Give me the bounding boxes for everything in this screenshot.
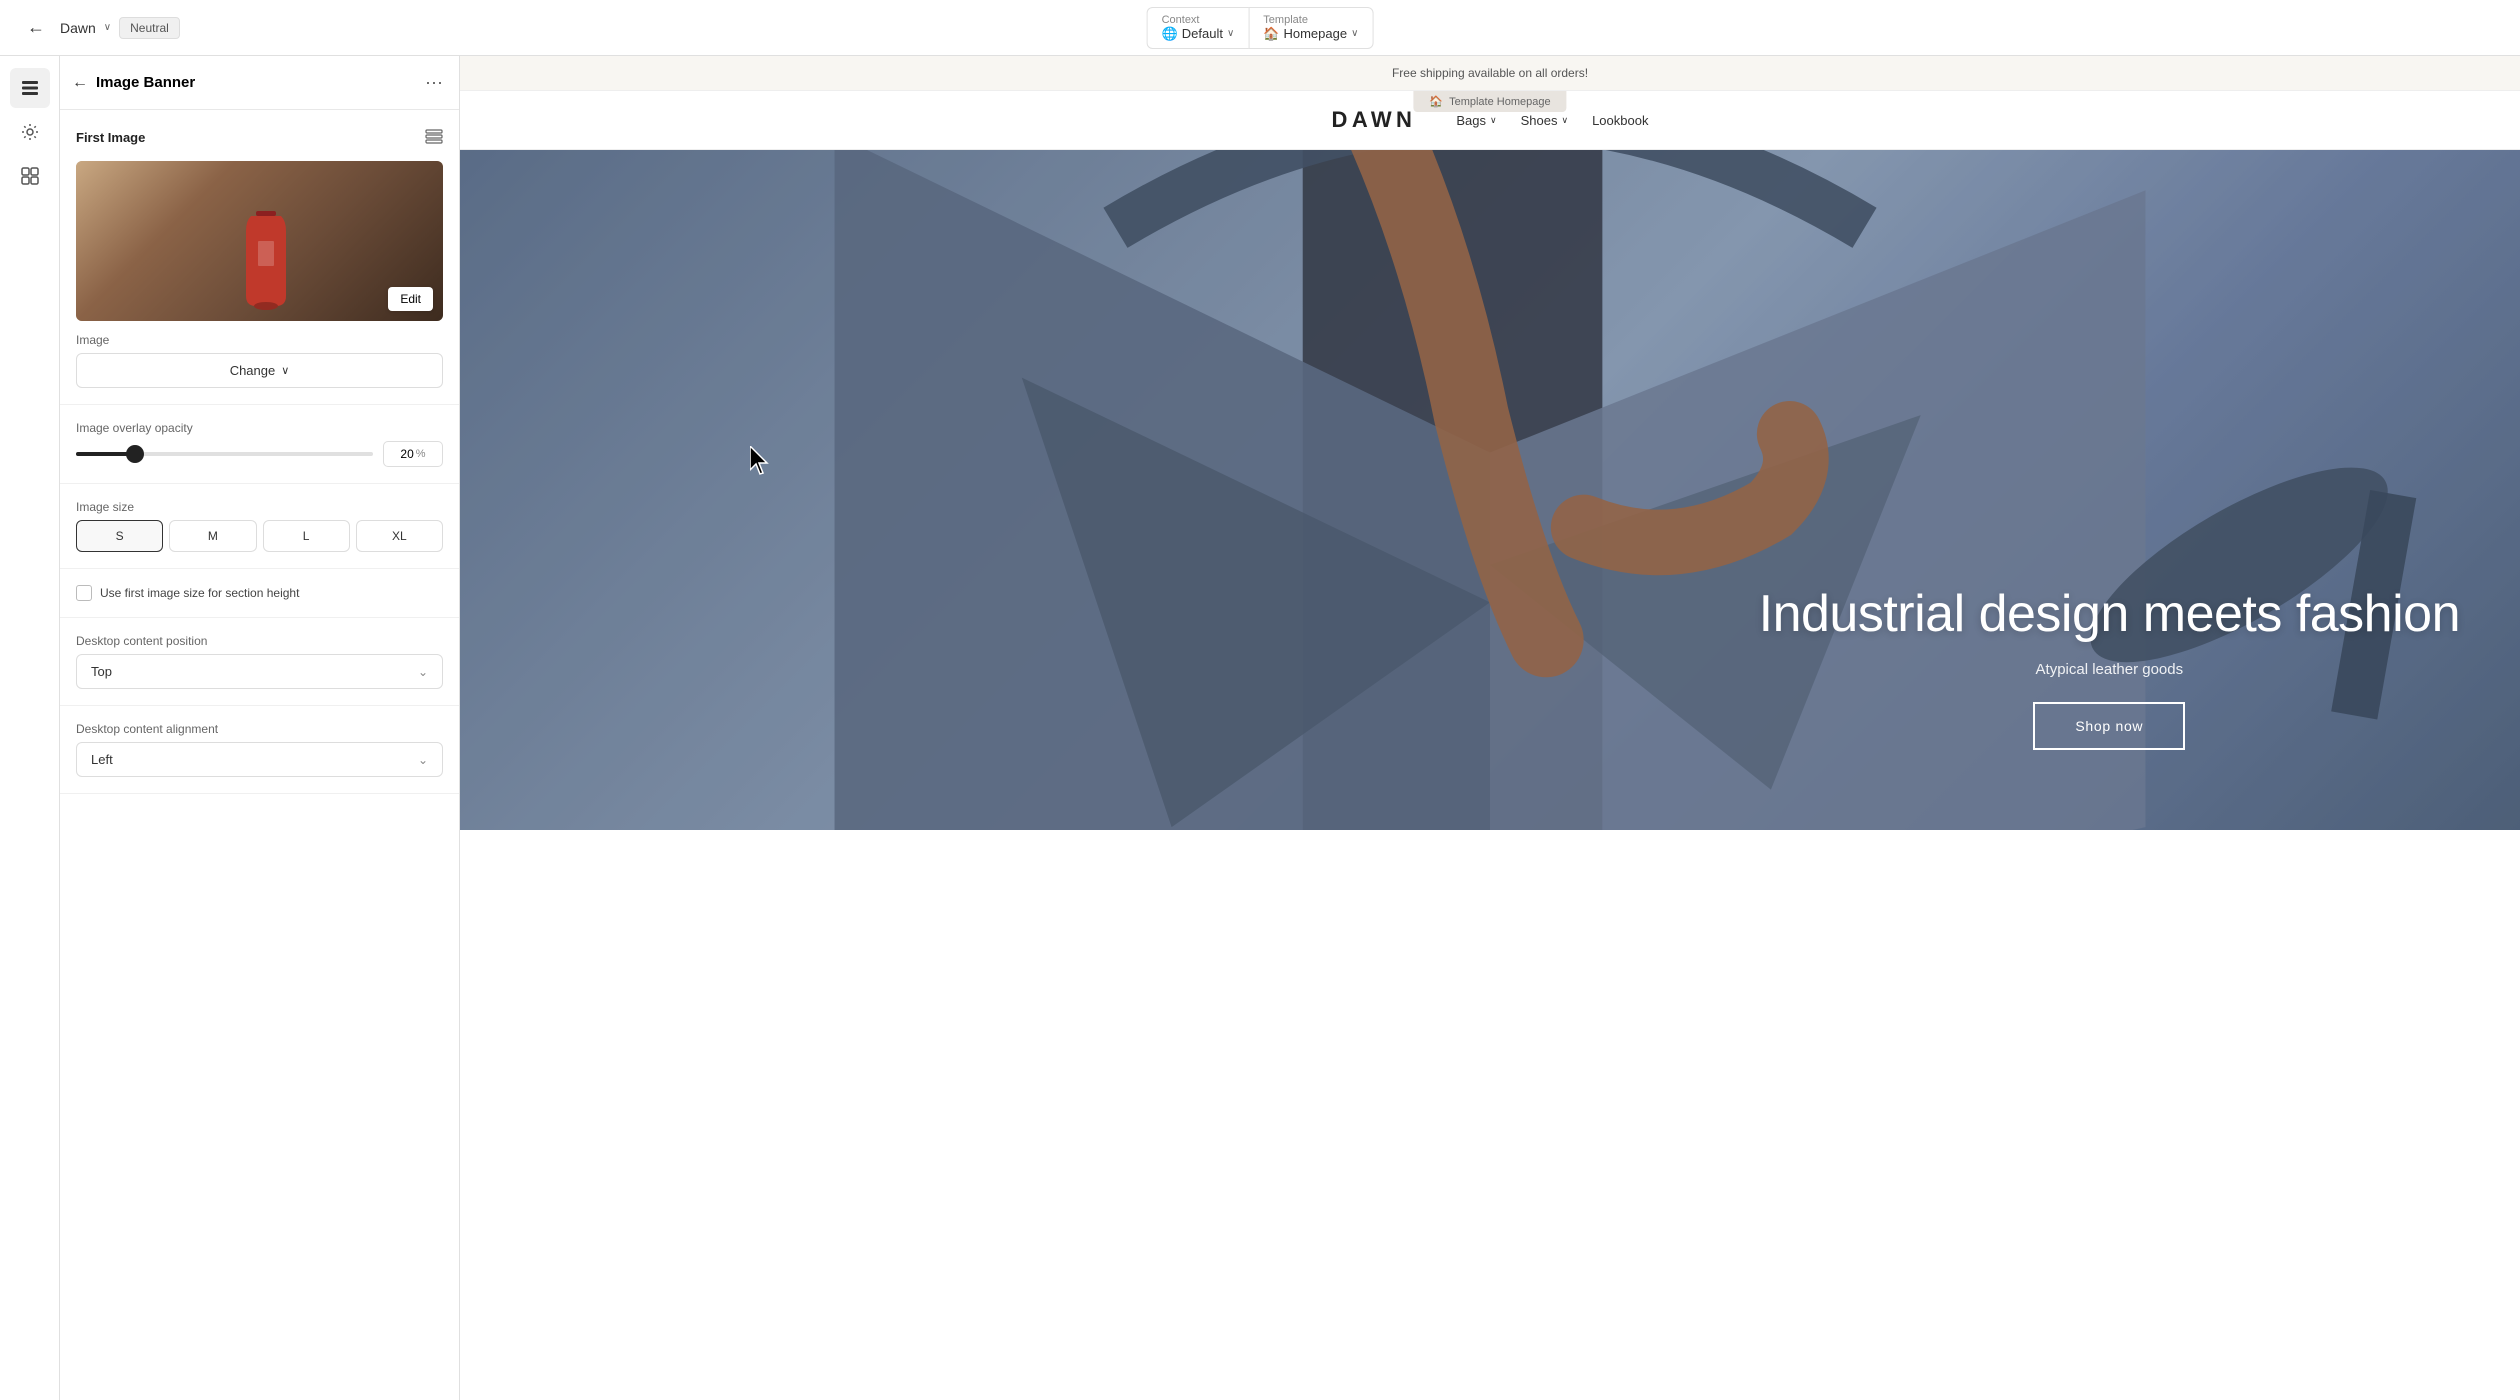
image-size-section: Image size S M L XL <box>60 484 459 569</box>
shoes-label: Shoes <box>1521 113 1558 128</box>
back-button[interactable]: ← <box>20 12 52 44</box>
first-image-label: First Image <box>76 130 145 145</box>
sections-icon-btn[interactable] <box>10 68 50 108</box>
change-image-button[interactable]: Change ∨ <box>76 353 443 388</box>
panel-header: ← Image Banner ··· <box>60 56 459 110</box>
position-chevron-icon: ⌄ <box>418 665 428 679</box>
opacity-slider-row: 20 % <box>76 441 443 467</box>
template-value: Homepage <box>1283 26 1347 41</box>
store-nav: 🏠 Template Homepage DAWN Bags ∨ Shoes ∨ … <box>460 91 2520 150</box>
alignment-chevron-icon: ⌄ <box>418 753 428 767</box>
store-nav-links: Bags ∨ Shoes ∨ Lookbook <box>1456 113 1648 128</box>
context-selector[interactable]: Context 🌐 Default ∨ <box>1147 7 1249 49</box>
home-icon: 🏠 <box>1263 26 1279 42</box>
nav-shoes[interactable]: Shoes ∨ <box>1521 113 1568 128</box>
template-tab-label: Template Homepage <box>1449 96 1551 108</box>
opacity-slider[interactable] <box>76 452 373 456</box>
size-btn-l[interactable]: L <box>263 520 350 552</box>
template-tab: 🏠 Template Homepage <box>1413 91 1566 112</box>
blocks-icon <box>20 166 40 186</box>
topbar: ← Dawn ∨ Neutral Context 🌐 Default ∨ Tem… <box>0 0 2520 56</box>
slider-value-display: 20 % <box>383 441 443 467</box>
lookbook-label: Lookbook <box>1592 113 1648 128</box>
hero-subtitle: Atypical leather goods <box>1759 661 2460 678</box>
checkbox-row: Use first image size for section height <box>76 585 443 601</box>
overlay-label: Image overlay opacity <box>76 421 443 435</box>
shoes-chevron-icon: ∨ <box>1561 115 1568 126</box>
chevron-down-icon: ∨ <box>281 364 289 377</box>
overlay-value: 20 <box>400 447 413 461</box>
preview-area: Free shipping available on all orders! 🏠… <box>460 56 2520 1400</box>
size-btn-xl[interactable]: XL <box>356 520 443 552</box>
blocks-icon-btn[interactable] <box>10 156 50 196</box>
template-selector[interactable]: Template 🏠 Homepage ∨ <box>1248 7 1373 49</box>
bags-label: Bags <box>1456 113 1486 128</box>
hero-content: Industrial design meets fashion Atypical… <box>1759 585 2460 750</box>
alignment-value: Left <box>91 752 113 767</box>
hero-banner: Industrial design meets fashion Atypical… <box>460 150 2520 830</box>
first-image-section: First Image <box>60 110 459 405</box>
image-field-label: Image <box>76 333 443 347</box>
panel-title: Image Banner <box>96 74 417 91</box>
change-btn-label: Change <box>230 363 276 378</box>
size-btn-m[interactable]: M <box>169 520 256 552</box>
app-chevron[interactable]: ∨ <box>104 22 111 33</box>
position-section: Desktop content position Top ⌄ <box>60 618 459 706</box>
image-field: Image Change ∨ <box>76 333 443 388</box>
app-name: Dawn <box>60 20 96 36</box>
hero-cta-button[interactable]: Shop now <box>2033 702 2185 750</box>
topbar-left: ← Dawn ∨ Neutral <box>20 12 180 44</box>
panel-back-button[interactable]: ← <box>72 74 88 92</box>
icon-sidebar <box>0 56 60 1400</box>
home-tab-icon: 🏠 <box>1429 95 1443 108</box>
nav-bags[interactable]: Bags ∨ <box>1456 113 1496 128</box>
overlay-unit: % <box>416 448 426 460</box>
context-chevron: ∨ <box>1227 28 1234 39</box>
alignment-section: Desktop content alignment Left ⌄ <box>60 706 459 794</box>
context-value: Default <box>1182 26 1223 41</box>
size-btn-s[interactable]: S <box>76 520 163 552</box>
globe-icon: 🌐 <box>1162 26 1178 42</box>
alignment-label: Desktop content alignment <box>76 722 443 736</box>
store-logo: DAWN <box>1332 107 1417 133</box>
context-label: Context <box>1162 14 1200 26</box>
first-image-size-checkbox[interactable] <box>76 585 92 601</box>
hero-title: Industrial design meets fashion <box>1759 585 2460 645</box>
size-button-group: S M L XL <box>76 520 443 552</box>
sections-icon <box>20 78 40 98</box>
checkbox-label: Use first image size for section height <box>100 586 299 600</box>
alignment-select[interactable]: Left ⌄ <box>76 742 443 777</box>
position-label: Desktop content position <box>76 634 443 648</box>
store-announcement: Free shipping available on all orders! <box>460 56 2520 91</box>
nav-lookbook[interactable]: Lookbook <box>1592 113 1648 128</box>
position-select[interactable]: Top ⌄ <box>76 654 443 689</box>
checkbox-section: Use first image size for section height <box>60 569 459 618</box>
store-preview: Free shipping available on all orders! 🏠… <box>460 56 2520 1400</box>
storage-icon[interactable] <box>425 126 443 149</box>
template-chevron: ∨ <box>1351 28 1358 39</box>
bags-chevron-icon: ∨ <box>1490 115 1497 126</box>
image-preview: Edit <box>76 161 443 321</box>
theme-badge[interactable]: Neutral <box>119 17 180 39</box>
topbar-center: Context 🌐 Default ∨ Template 🏠 Homepage … <box>1147 7 1374 49</box>
bottle-svg <box>236 201 296 311</box>
panel-more-button[interactable]: ··· <box>425 72 443 93</box>
settings-panel: ← Image Banner ··· First Image <box>60 56 460 1400</box>
size-label: Image size <box>76 500 443 514</box>
edit-button[interactable]: Edit <box>388 287 433 311</box>
settings-icon <box>20 122 40 142</box>
template-label-text: Template <box>1263 14 1308 26</box>
settings-icon-btn[interactable] <box>10 112 50 152</box>
overlay-section: Image overlay opacity 20 % <box>60 405 459 484</box>
slider-thumb[interactable] <box>126 445 144 463</box>
section-header: First Image <box>76 126 443 149</box>
main-layout: ← Image Banner ··· First Image <box>0 56 2520 1400</box>
position-value: Top <box>91 664 112 679</box>
